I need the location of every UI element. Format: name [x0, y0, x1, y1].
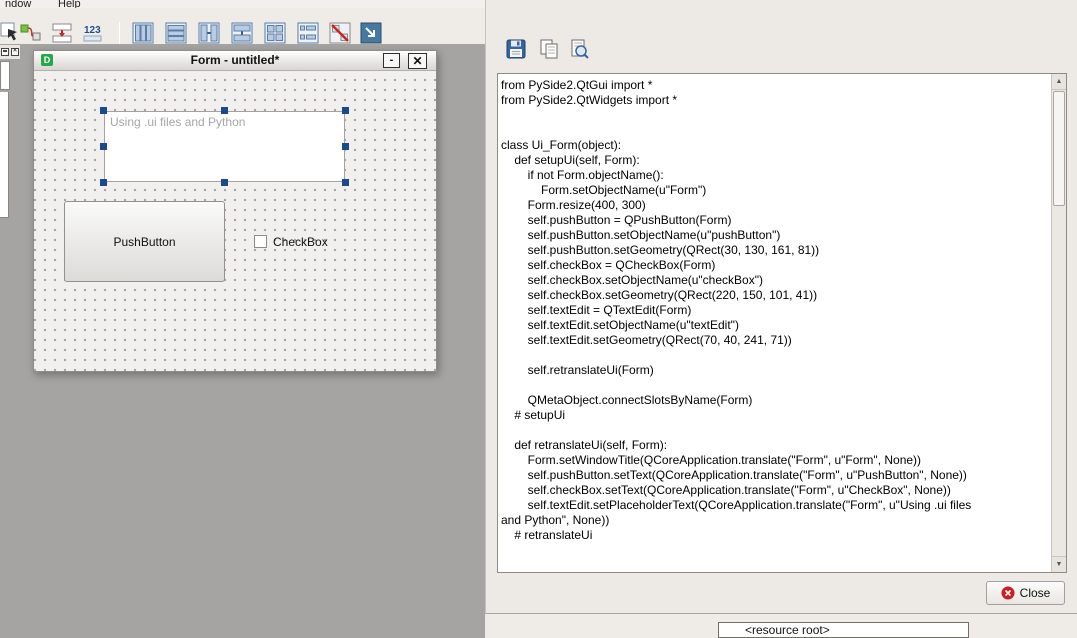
code-line: self.textEdit.setPlaceholderText(QCoreAp… — [501, 498, 1051, 513]
dock-fragment-box — [0, 61, 10, 90]
code-line: self.pushButton.setGeometry(QRect(30, 13… — [501, 243, 1051, 258]
code-line: Form.setWindowTitle(QCoreApplication.tra… — [501, 453, 1051, 468]
layout-horizontal-splitter-icon[interactable] — [196, 20, 222, 46]
scroll-down-icon[interactable]: ▼ — [1052, 556, 1066, 572]
form-window-title: Form - untitled* — [34, 51, 436, 70]
selection-handle[interactable] — [221, 179, 228, 186]
checkbox-label: CheckBox — [273, 235, 328, 249]
code-line: self.pushButton.setObjectName(u"pushButt… — [501, 228, 1051, 243]
toolbar-separator — [119, 22, 120, 44]
layout-vertical-splitter-icon[interactable] — [229, 20, 255, 46]
dock-close-icon[interactable]: ✕ — [11, 48, 19, 56]
code-line: # retranslateUi — [501, 528, 1051, 543]
menu-help[interactable]: Help — [58, 0, 81, 8]
form-minimize-button[interactable]: - — [383, 53, 400, 68]
pushbutton-widget[interactable]: PushButton — [64, 201, 225, 282]
form-editor-window: D Form - untitled* - ✕ Using .ui files a… — [33, 50, 437, 372]
code-line: # setupUi — [501, 408, 1051, 423]
layout-form-icon[interactable] — [295, 20, 321, 46]
code-line: self.pushButton = QPushButton(Form) — [501, 213, 1051, 228]
dock-float-icon[interactable] — [1, 48, 9, 56]
selection-handle[interactable] — [342, 143, 349, 150]
close-button-label: Close — [1020, 586, 1051, 600]
break-layout-icon[interactable] — [327, 20, 353, 46]
code-line: def retranslateUi(self, Form): — [501, 438, 1051, 453]
code-line: from PySide2.QtGui import * — [501, 78, 1051, 93]
code-line: self.textEdit.setGeometry(QRect(70, 40, … — [501, 333, 1051, 348]
menu-window[interactable]: ndow — [5, 0, 31, 8]
code-line: self.pushButton.setText(QCoreApplication… — [501, 468, 1051, 483]
code-line: self.checkBox = QCheckBox(Form) — [501, 258, 1051, 273]
close-circle-icon — [1001, 586, 1015, 600]
code-line: self.retranslateUi(Form) — [501, 363, 1051, 378]
code-preview-dialog: from PySide2.QtGui import *from PySide2.… — [485, 0, 1077, 614]
code-line: def setupUi(self, Form): — [501, 153, 1051, 168]
main-toolbar: 123 — [0, 8, 485, 44]
edit-buddies-icon[interactable] — [50, 20, 76, 46]
layout-vertical-icon[interactable] — [163, 20, 189, 46]
code-view[interactable]: from PySide2.QtGui import *from PySide2.… — [497, 73, 1067, 573]
copy-icon[interactable] — [536, 36, 562, 62]
code-line: and Python", None)) — [501, 513, 1051, 528]
code-line: if not Form.objectName(): — [501, 168, 1051, 183]
adjust-size-icon[interactable] — [358, 20, 384, 46]
textedit-widget[interactable]: Using .ui files and Python — [104, 111, 345, 182]
code-lines: from PySide2.QtGui import *from PySide2.… — [498, 74, 1051, 572]
code-line — [501, 378, 1051, 393]
close-button[interactable]: Close — [986, 581, 1065, 605]
scrollbar-thumb[interactable] — [1053, 91, 1065, 206]
code-line: class Ui_Form(object): — [501, 138, 1051, 153]
layout-grid-icon[interactable] — [262, 20, 288, 46]
edit-signals-slots-icon[interactable] — [18, 20, 44, 46]
dock-fragment-panel — [0, 92, 9, 218]
code-line — [501, 123, 1051, 138]
selection-handle[interactable] — [100, 143, 107, 150]
save-icon[interactable] — [503, 36, 529, 62]
checkbox-widget[interactable]: CheckBox — [254, 221, 355, 262]
code-line — [501, 423, 1051, 438]
code-line: self.textEdit = QTextEdit(Form) — [501, 303, 1051, 318]
code-line: Form.setObjectName(u"Form") — [501, 183, 1051, 198]
code-line: self.textEdit.setObjectName(u"textEdit") — [501, 318, 1051, 333]
selection-handle[interactable] — [342, 107, 349, 114]
form-close-button[interactable]: ✕ — [408, 53, 427, 69]
code-line: Form.resize(400, 300) — [501, 198, 1051, 213]
edit-tab-order-icon[interactable]: 123 — [80, 20, 106, 46]
scroll-up-icon[interactable]: ▲ — [1052, 74, 1066, 90]
selection-handle[interactable] — [100, 107, 107, 114]
code-line — [501, 348, 1051, 363]
code-line — [501, 108, 1051, 123]
selection-handle[interactable] — [221, 107, 228, 114]
form-canvas[interactable]: Using .ui files and Python PushButton Ch… — [34, 71, 436, 371]
qt-designer-screen: ndow Help 123 — [0, 0, 1077, 638]
resource-browser: <resource root> — [718, 622, 969, 638]
code-line: QMetaObject.connectSlotsByName(Form) — [501, 393, 1051, 408]
menubar: ndow Help — [0, 0, 485, 8]
selection-handle[interactable] — [342, 179, 349, 186]
svg-text:123: 123 — [84, 25, 101, 36]
find-icon[interactable] — [566, 36, 592, 62]
code-line: self.checkBox.setText(QCoreApplication.t… — [501, 483, 1051, 498]
code-line: from PySide2.QtWidgets import * — [501, 93, 1051, 108]
dock-titlebar-buttons: ✕ — [0, 45, 20, 59]
code-line: self.checkBox.setGeometry(QRect(220, 150… — [501, 288, 1051, 303]
form-window-titlebar[interactable]: D Form - untitled* - ✕ — [34, 51, 436, 71]
layout-horizontal-icon[interactable] — [130, 20, 156, 46]
resource-root-item[interactable]: <resource root> — [745, 623, 968, 637]
checkbox-indicator[interactable] — [254, 235, 267, 248]
vertical-scrollbar[interactable]: ▲ ▼ — [1051, 74, 1066, 572]
code-line: self.checkBox.setObjectName(u"checkBox") — [501, 273, 1051, 288]
selection-handle[interactable] — [100, 179, 107, 186]
